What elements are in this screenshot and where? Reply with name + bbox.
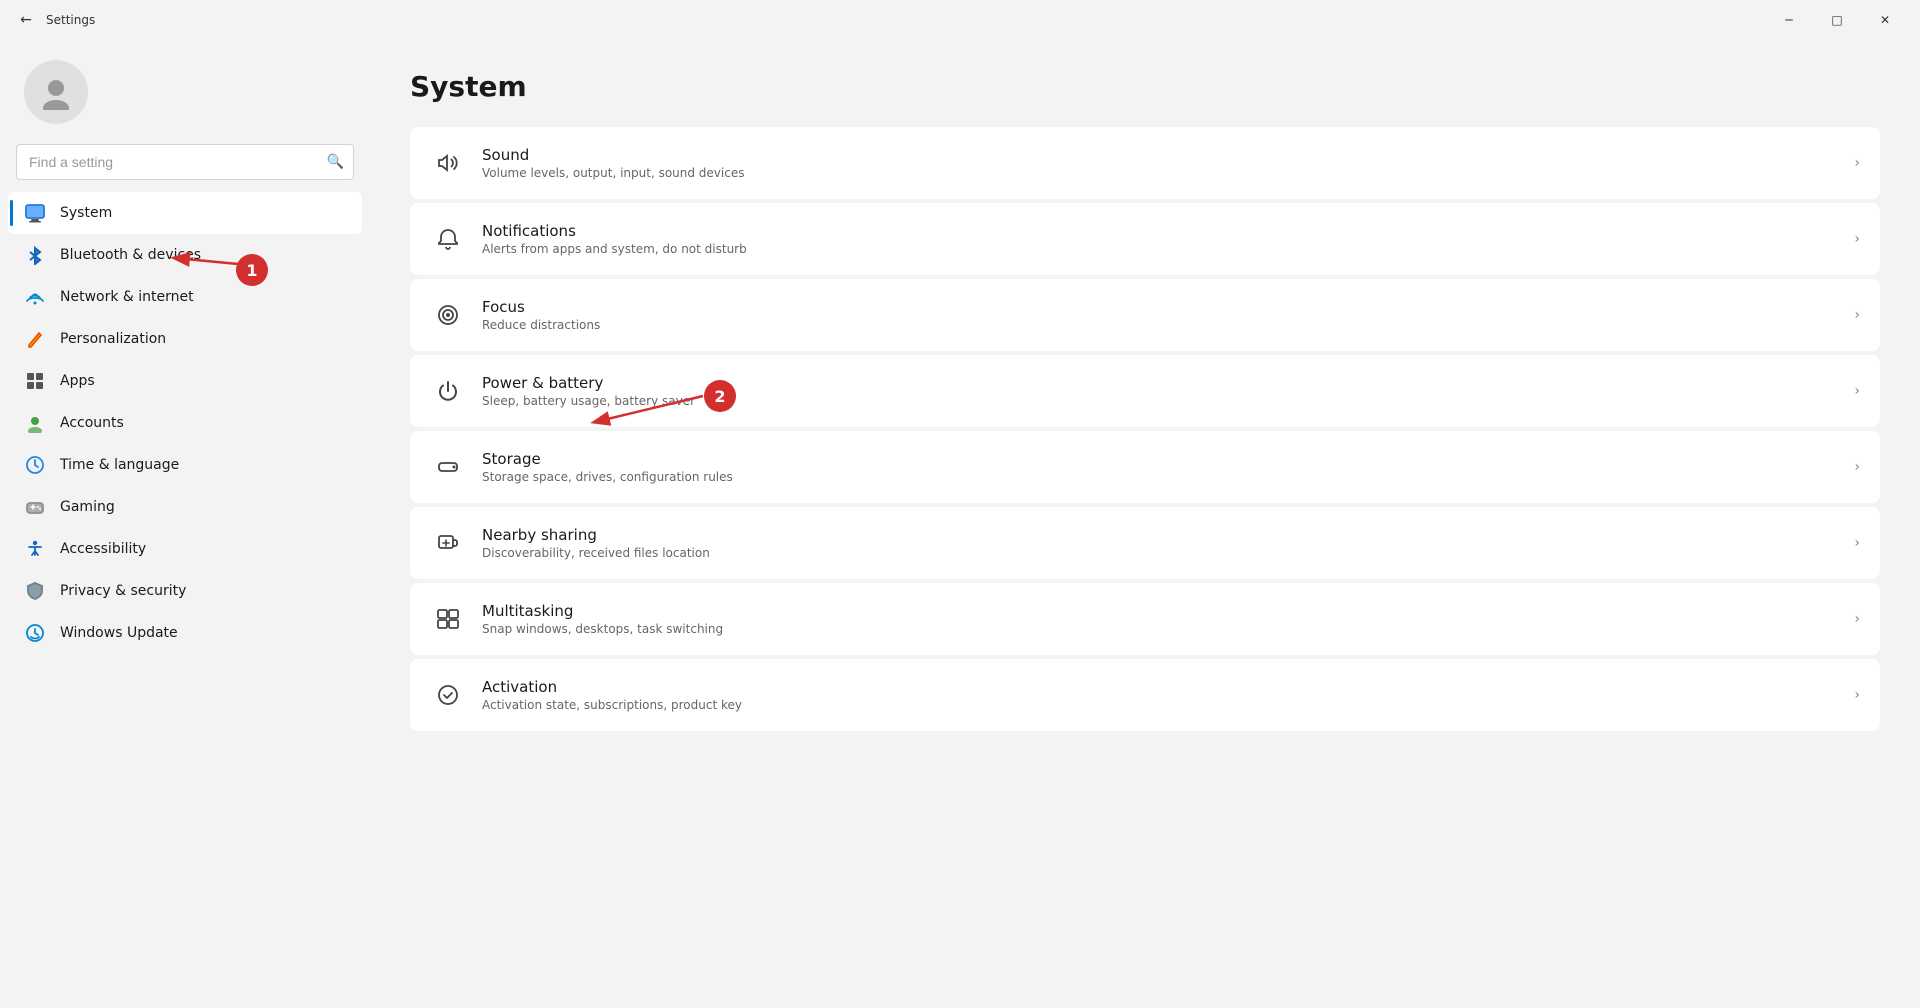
- settings-item-storage[interactable]: Storage Storage space, drives, configura…: [410, 431, 1880, 503]
- window-controls: ─ □ ✕: [1766, 4, 1908, 36]
- close-button[interactable]: ✕: [1862, 4, 1908, 36]
- chevron-icon-multitasking: ›: [1854, 611, 1860, 627]
- gaming-icon: [24, 496, 46, 518]
- chevron-icon-notifications: ›: [1854, 231, 1860, 247]
- page-title: System: [410, 70, 1880, 103]
- settings-text-notifications: Notifications Alerts from apps and syste…: [482, 222, 1854, 256]
- settings-title-power: Power & battery: [482, 374, 1854, 392]
- sidebar-item-gaming[interactable]: Gaming: [8, 486, 362, 528]
- settings-item-multitasking[interactable]: Multitasking Snap windows, desktops, tas…: [410, 583, 1880, 655]
- sidebar-item-system[interactable]: System: [8, 192, 362, 234]
- chevron-icon-power: ›: [1854, 383, 1860, 399]
- settings-item-power[interactable]: Power & battery Sleep, battery usage, ba…: [410, 355, 1880, 427]
- sidebar-label-apps: Apps: [60, 373, 95, 389]
- sidebar-item-time[interactable]: Time & language: [8, 444, 362, 486]
- settings-title-multitasking: Multitasking: [482, 602, 1854, 620]
- search-box[interactable]: 🔍: [16, 144, 354, 180]
- settings-desc-power: Sleep, battery usage, battery saver: [482, 394, 1854, 408]
- system-icon: [24, 202, 46, 224]
- nearby-icon: [430, 525, 466, 561]
- settings-item-focus[interactable]: Focus Reduce distractions ›: [410, 279, 1880, 351]
- network-icon: [24, 286, 46, 308]
- maximize-button[interactable]: □: [1814, 4, 1860, 36]
- settings-desc-nearby: Discoverability, received files location: [482, 546, 1854, 560]
- back-icon: ←: [20, 12, 32, 28]
- settings-text-activation: Activation Activation state, subscriptio…: [482, 678, 1854, 712]
- settings-item-notifications[interactable]: Notifications Alerts from apps and syste…: [410, 203, 1880, 275]
- settings-title-nearby: Nearby sharing: [482, 526, 1854, 544]
- sidebar-item-privacy[interactable]: Privacy & security: [8, 570, 362, 612]
- chevron-icon-nearby: ›: [1854, 535, 1860, 551]
- settings-item-nearby[interactable]: Nearby sharing Discoverability, received…: [410, 507, 1880, 579]
- settings-title-storage: Storage: [482, 450, 1854, 468]
- main-content: System Sound Volume levels, output, inpu…: [370, 40, 1920, 761]
- sidebar-item-accounts[interactable]: Accounts: [8, 402, 362, 444]
- search-icon: 🔍: [327, 154, 344, 170]
- privacy-icon: [24, 580, 46, 602]
- search-input[interactable]: [16, 144, 354, 180]
- minimize-button[interactable]: ─: [1766, 4, 1812, 36]
- titlebar-title: Settings: [46, 13, 95, 27]
- sidebar-item-windows-update[interactable]: Windows Update: [8, 612, 362, 654]
- sidebar-label-bluetooth: Bluetooth & devices: [60, 247, 201, 263]
- sidebar-label-personalization: Personalization: [60, 331, 166, 347]
- back-button[interactable]: ←: [12, 6, 40, 34]
- settings-title-notifications: Notifications: [482, 222, 1854, 240]
- settings-desc-focus: Reduce distractions: [482, 318, 1854, 332]
- sidebar-label-system: System: [60, 205, 112, 221]
- settings-desc-multitasking: Snap windows, desktops, task switching: [482, 622, 1854, 636]
- settings-desc-sound: Volume levels, output, input, sound devi…: [482, 166, 1854, 180]
- chevron-icon-storage: ›: [1854, 459, 1860, 475]
- personalization-icon: [24, 328, 46, 350]
- accounts-icon: [24, 412, 46, 434]
- sidebar-label-accounts: Accounts: [60, 415, 124, 431]
- sidebar-label-gaming: Gaming: [60, 499, 115, 515]
- avatar: [24, 60, 88, 124]
- settings-text-multitasking: Multitasking Snap windows, desktops, tas…: [482, 602, 1854, 636]
- focus-icon: [430, 297, 466, 333]
- user-avatar-area: [8, 40, 362, 144]
- settings-title-sound: Sound: [482, 146, 1854, 164]
- settings-desc-notifications: Alerts from apps and system, do not dist…: [482, 242, 1854, 256]
- sidebar-item-accessibility[interactable]: Accessibility: [8, 528, 362, 570]
- settings-desc-storage: Storage space, drives, configuration rul…: [482, 470, 1854, 484]
- settings-text-storage: Storage Storage space, drives, configura…: [482, 450, 1854, 484]
- sidebar-label-windows-update: Windows Update: [60, 625, 178, 641]
- settings-text-sound: Sound Volume levels, output, input, soun…: [482, 146, 1854, 180]
- sidebar-nav: System Bluetooth & devices Network & int…: [8, 192, 362, 654]
- settings-text-power: Power & battery Sleep, battery usage, ba…: [482, 374, 1854, 408]
- settings-title-activation: Activation: [482, 678, 1854, 696]
- settings-list: Sound Volume levels, output, input, soun…: [410, 127, 1880, 731]
- settings-desc-activation: Activation state, subscriptions, product…: [482, 698, 1854, 712]
- sidebar-label-accessibility: Accessibility: [60, 541, 146, 557]
- bluetooth-icon: [24, 244, 46, 266]
- accessibility-icon: [24, 538, 46, 560]
- multitasking-icon: [430, 601, 466, 637]
- sidebar-label-network: Network & internet: [60, 289, 194, 305]
- settings-text-nearby: Nearby sharing Discoverability, received…: [482, 526, 1854, 560]
- sidebar-item-network[interactable]: Network & internet: [8, 276, 362, 318]
- sidebar-label-time: Time & language: [60, 457, 179, 473]
- settings-title-focus: Focus: [482, 298, 1854, 316]
- time-icon: [24, 454, 46, 476]
- sidebar-label-privacy: Privacy & security: [60, 583, 186, 599]
- settings-item-sound[interactable]: Sound Volume levels, output, input, soun…: [410, 127, 1880, 199]
- notifications-icon: [430, 221, 466, 257]
- sidebar-item-apps[interactable]: Apps: [8, 360, 362, 402]
- chevron-icon-activation: ›: [1854, 687, 1860, 703]
- storage-icon: [430, 449, 466, 485]
- sidebar: 🔍 System Bluetooth & devices Network & i…: [0, 40, 370, 761]
- chevron-icon-focus: ›: [1854, 307, 1860, 323]
- settings-item-activation[interactable]: Activation Activation state, subscriptio…: [410, 659, 1880, 731]
- sound-icon: [430, 145, 466, 181]
- sidebar-item-personalization[interactable]: Personalization: [8, 318, 362, 360]
- apps-icon: [24, 370, 46, 392]
- chevron-icon-sound: ›: [1854, 155, 1860, 171]
- sidebar-item-bluetooth[interactable]: Bluetooth & devices: [8, 234, 362, 276]
- power-icon: [430, 373, 466, 409]
- windows-update-icon: [24, 622, 46, 644]
- activation-icon: [430, 677, 466, 713]
- titlebar: ← Settings ─ □ ✕: [0, 0, 1920, 40]
- settings-text-focus: Focus Reduce distractions: [482, 298, 1854, 332]
